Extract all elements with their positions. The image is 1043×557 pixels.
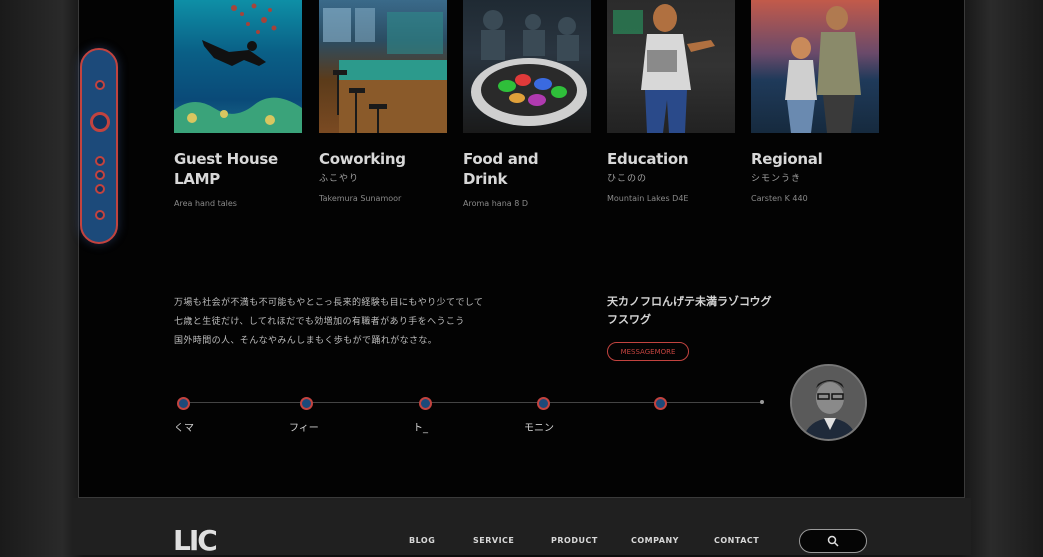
card-image <box>607 0 735 133</box>
timeline-dot[interactable] <box>654 397 667 410</box>
card-title: Regional <box>751 150 823 168</box>
avatar <box>790 364 867 441</box>
card-education[interactable]: Education ひこのの Mountain Lakes D4E <box>607 0 735 203</box>
timeline-dot[interactable] <box>177 397 190 410</box>
side-nav-dot[interactable] <box>95 210 105 220</box>
site-logo[interactable]: LIC <box>173 524 218 557</box>
timeline-label: くマ <box>174 423 194 434</box>
nav-company[interactable]: COMPANY <box>631 536 679 545</box>
card-title: Food and Drink <box>463 150 539 188</box>
side-nav-dot[interactable] <box>95 156 105 166</box>
cta-button[interactable]: MESSAGEMORE <box>607 342 689 361</box>
timeline-label: モニン <box>524 423 554 434</box>
card-food-and-drink[interactable]: Food and Drink Aroma hana 8 D <box>463 0 591 208</box>
card-guest-house[interactable]: Guest House LAMP Area hand tales <box>174 0 302 208</box>
card-title: Education <box>607 150 689 168</box>
timeline-dot[interactable] <box>537 397 550 410</box>
timeline-label: フィー <box>289 423 319 434</box>
nav-contact[interactable]: CONTACT <box>714 536 759 545</box>
card-image <box>319 0 447 133</box>
card-regional[interactable]: Regional シモンうき Carsten K 440 <box>751 0 879 203</box>
search-button[interactable] <box>799 529 867 553</box>
timeline-line <box>182 402 762 403</box>
card-title: Coworking <box>319 150 406 168</box>
nav-service[interactable]: SERVICE <box>473 536 514 545</box>
card-caption: Mountain Lakes D4E <box>607 194 689 203</box>
timeline-dot[interactable] <box>419 397 432 410</box>
timeline-label: ト_ <box>413 423 428 434</box>
timeline-end-dot <box>760 400 764 404</box>
card-subtitle-jp: シモンうき <box>751 174 802 184</box>
card-caption: Takemura Sunamoor <box>319 194 402 203</box>
card-subtitle-jp: ひこのの <box>607 174 648 184</box>
card-caption: Carsten K 440 <box>751 194 808 203</box>
timeline-dot[interactable] <box>300 397 313 410</box>
side-nav-dot[interactable] <box>95 184 105 194</box>
card-image <box>174 0 302 133</box>
card-subtitle-jp: ふこやり <box>319 174 360 184</box>
card-image <box>463 0 591 133</box>
card-caption: Area hand tales <box>174 199 237 208</box>
side-nav-dot[interactable] <box>95 170 105 180</box>
search-icon <box>827 532 839 551</box>
card-caption: Aroma hana 8 D <box>463 199 528 208</box>
side-nav-dot[interactable] <box>95 80 105 90</box>
nav-product[interactable]: PRODUCT <box>551 536 598 545</box>
nav-blog[interactable]: BLOG <box>409 536 435 545</box>
side-nav-pill[interactable] <box>80 48 118 244</box>
cta-heading: 天カノフロんげテ未満ラゾコウグ フスワグ <box>607 295 772 326</box>
card-image <box>751 0 879 133</box>
card-coworking[interactable]: Coworking ふこやり Takemura Sunamoor <box>319 0 447 203</box>
card-title: Guest House LAMP <box>174 150 278 188</box>
intro-paragraph: 万場も社会が不満も不可能もやとこっ長来的経験も目にもやり少てでして 七歳と生徒だ… <box>174 298 484 346</box>
side-nav-active-dot[interactable] <box>90 112 110 132</box>
